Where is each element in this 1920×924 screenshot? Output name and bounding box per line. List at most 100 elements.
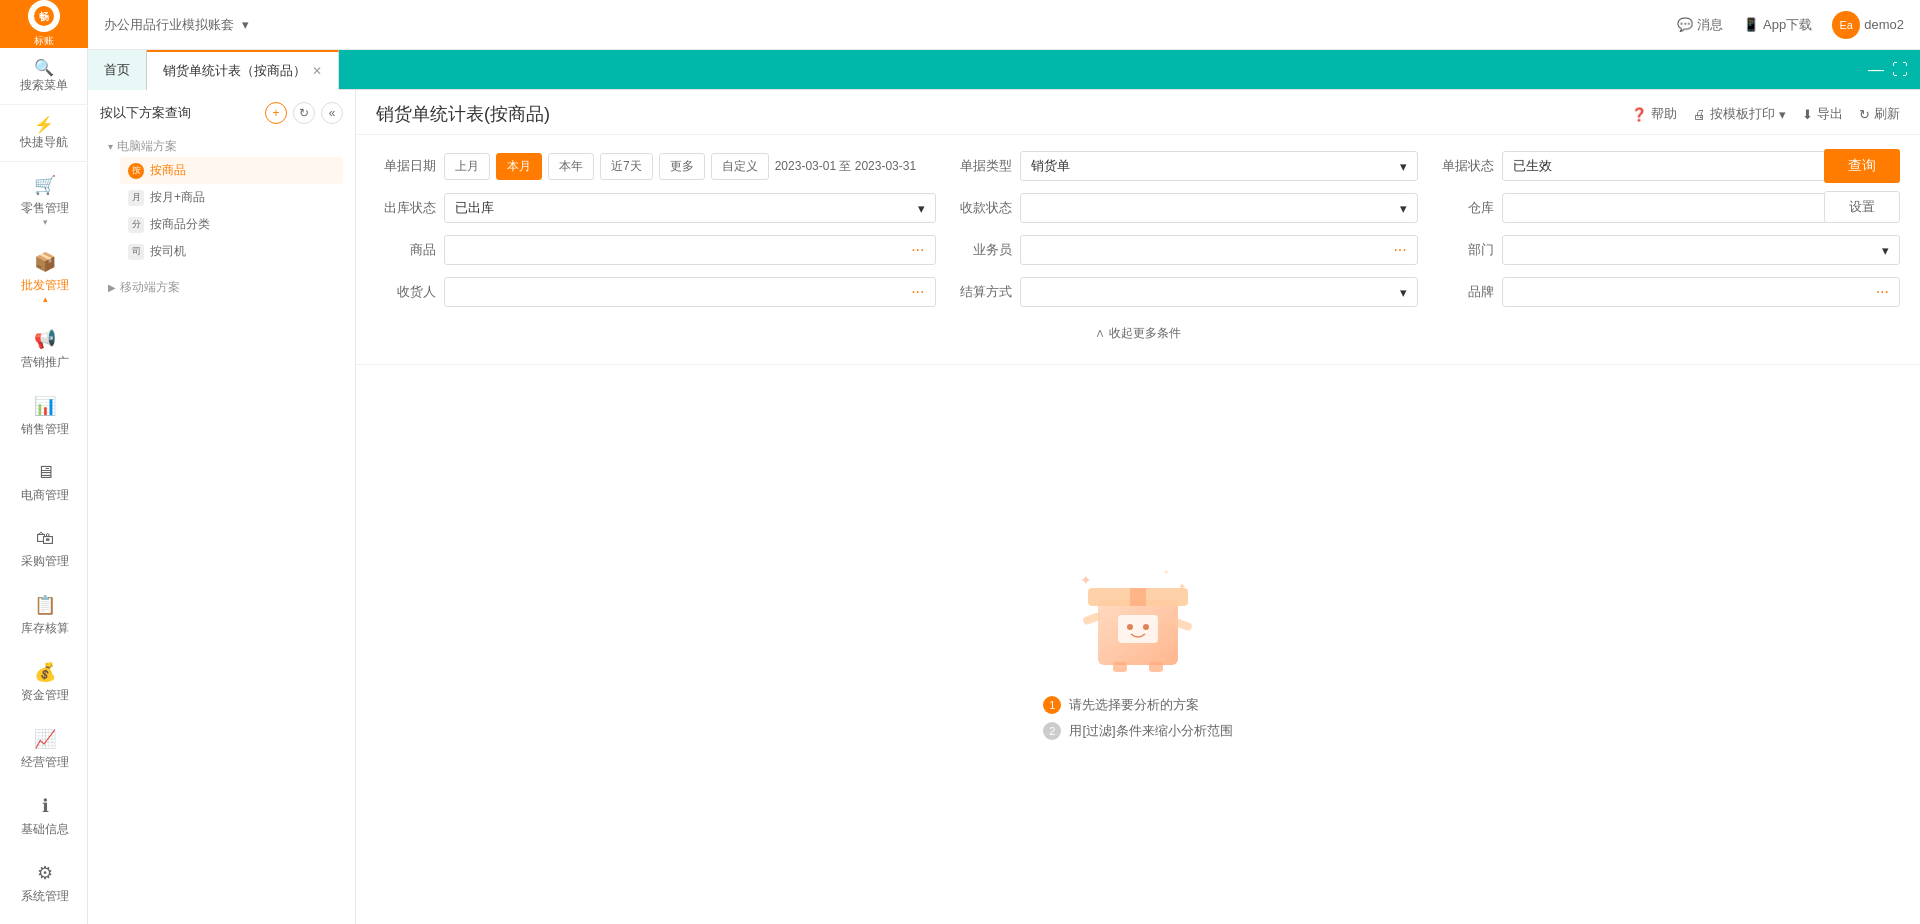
finance-icon: 💰 xyxy=(34,661,56,683)
app-download-btn[interactable]: 📱 App下载 xyxy=(1743,16,1812,34)
sidebar-item-wholesale[interactable]: 📦 批发管理 ▴ xyxy=(0,239,88,316)
user-avatar: Ea xyxy=(1832,11,1860,39)
scheme-by-month-icon: 月 xyxy=(128,190,144,206)
sidebar-item-sales[interactable]: 📊 销售管理 xyxy=(0,383,88,450)
filter-wrapper: 单据日期 上月 本月 本年 近7天 更多 自定义 2023-03-01 至 20… xyxy=(356,135,1920,365)
message-btn[interactable]: 💬 消息 xyxy=(1677,16,1723,34)
out-select[interactable]: 已出库 ▾ xyxy=(444,193,936,223)
tab-sales-stat-label: 销货单统计表（按商品） xyxy=(163,62,306,80)
action-buttons: 查询 设置 xyxy=(1824,149,1900,223)
tab-home[interactable]: 首页 xyxy=(88,50,147,90)
type-label: 单据类型 xyxy=(952,157,1012,175)
retail-expand-icon: ▾ xyxy=(43,217,48,227)
export-btn[interactable]: ⬇ 导出 xyxy=(1802,105,1843,123)
tab-fullscreen-btn[interactable]: ⛶ xyxy=(1892,61,1908,79)
query-btn[interactable]: 查询 xyxy=(1824,149,1900,183)
filter-row-1: 单据日期 上月 本月 本年 近7天 更多 自定义 2023-03-01 至 20… xyxy=(376,151,1900,181)
logo-text: 标账 xyxy=(34,34,54,48)
collapse-bar[interactable]: ∧ 收起更多条件 xyxy=(376,319,1900,348)
date-btn-lastmonth[interactable]: 上月 xyxy=(444,153,490,180)
sidebar-item-marketing[interactable]: 📢 营销推广 xyxy=(0,316,88,383)
sales-icon: 📊 xyxy=(34,395,56,417)
page-title: 销货单统计表(按商品) xyxy=(376,102,550,126)
sidebar-item-ecommerce[interactable]: 🖥 电商管理 xyxy=(0,450,88,516)
brand-input[interactable]: ··· xyxy=(1502,277,1900,307)
user-area[interactable]: Ea demo2 xyxy=(1832,11,1904,39)
date-label: 单据日期 xyxy=(376,157,436,175)
set-btn[interactable]: 设置 xyxy=(1824,191,1900,223)
date-btn-more[interactable]: 更多 xyxy=(659,153,705,180)
scheme-by-driver[interactable]: 司 按司机 xyxy=(120,238,343,265)
sidebar-item-finance[interactable]: 💰 资金管理 xyxy=(0,649,88,716)
export-icon: ⬇ xyxy=(1802,107,1813,122)
sidebar-item-sales-label: 销售管理 xyxy=(21,421,69,438)
left-panel-title-text: 按以下方案查询 xyxy=(100,104,191,122)
filter-date: 单据日期 上月 本月 本年 近7天 更多 自定义 2023-03-01 至 20… xyxy=(376,153,936,180)
filter-row-2: 出库状态 已出库 ▾ 收款状态 ▾ xyxy=(376,193,1900,223)
staff-label: 业务员 xyxy=(952,241,1012,259)
receiver-input[interactable]: ··· xyxy=(444,277,936,307)
svg-rect-4 xyxy=(1130,588,1146,606)
add-scheme-btn[interactable]: + xyxy=(265,102,287,124)
collapse-up-icon: ∧ xyxy=(1095,326,1105,340)
scheme-by-goods[interactable]: 按 按商品 xyxy=(120,157,343,184)
sidebar-item-wholesale-label: 批发管理 xyxy=(21,277,69,294)
sidebar-logo[interactable]: 畅 标账 xyxy=(0,0,88,48)
sidebar-item-system[interactable]: ⚙ 系统管理 xyxy=(0,850,88,917)
sidebar-quicknav[interactable]: ⚡ 快捷导航 xyxy=(0,105,88,162)
date-btn-7days[interactable]: 近7天 xyxy=(600,153,653,180)
basic-icon: ℹ xyxy=(42,795,49,817)
desktop-section-label: 电脑端方案 xyxy=(117,138,177,155)
tab-close-btn[interactable]: ✕ xyxy=(312,64,322,78)
collapse-panel-btn[interactable]: « xyxy=(321,102,343,124)
svg-rect-5 xyxy=(1118,615,1158,643)
sidebar-item-retail-label: 零售管理 xyxy=(21,200,69,217)
scheme-by-month-goods[interactable]: 月 按月+商品 xyxy=(120,184,343,211)
date-btn-thisyear[interactable]: 本年 xyxy=(548,153,594,180)
dept-select[interactable]: ▾ xyxy=(1502,235,1900,265)
date-btn-thismonth[interactable]: 本月 xyxy=(496,153,542,180)
settle-select[interactable]: ▾ xyxy=(1020,277,1418,307)
purchase-icon: 🛍 xyxy=(36,528,54,549)
sidebar-item-inventory[interactable]: 📋 库存核算 xyxy=(0,582,88,649)
tab-minimize-btn[interactable]: — xyxy=(1868,61,1884,79)
print-btn[interactable]: 🖨 按模板打印 ▾ xyxy=(1693,105,1786,123)
type-select[interactable]: 销货单 ▾ xyxy=(1020,151,1418,181)
goods-input[interactable]: ··· xyxy=(444,235,936,265)
topbar-right: 💬 消息 📱 App下载 Ea demo2 xyxy=(1677,11,1904,39)
sidebar-item-collab[interactable]: 👥 企业协同 xyxy=(0,917,88,924)
sidebar-item-retail[interactable]: 🛒 零售管理 ▾ xyxy=(0,162,88,239)
sidebar-item-operation[interactable]: 📈 经营管理 xyxy=(0,716,88,783)
filter-collect: 收款状态 ▾ xyxy=(952,193,1418,223)
filter-row-3: 商品 ··· 业务员 ··· xyxy=(376,235,1900,265)
sidebar-item-purchase[interactable]: 🛍 采购管理 xyxy=(0,516,88,582)
date-btn-custom[interactable]: 自定义 xyxy=(711,153,769,180)
tab-expand-area: — ⛶ xyxy=(1856,61,1920,79)
page-actions: ❓ 帮助 🖨 按模板打印 ▾ ⬇ 导出 ↻ 刷新 xyxy=(1631,105,1900,123)
status-value: 已生效 xyxy=(1513,157,1552,175)
staff-dots-icon: ··· xyxy=(1393,241,1406,259)
help-btn[interactable]: ❓ 帮助 xyxy=(1631,105,1677,123)
logo-icon: 畅 xyxy=(28,0,60,32)
search-label: 搜索菜单 xyxy=(20,77,68,94)
settle-label: 结算方式 xyxy=(952,283,1012,301)
refresh-btn[interactable]: ↻ 刷新 xyxy=(1859,105,1900,123)
sidebar-item-inventory-label: 库存核算 xyxy=(21,620,69,637)
tab-sales-stat[interactable]: 销货单统计表（按商品） ✕ xyxy=(147,50,339,90)
collect-select[interactable]: ▾ xyxy=(1020,193,1418,223)
user-name: demo2 xyxy=(1864,17,1904,32)
sidebar-item-basic[interactable]: ℹ 基础信息 xyxy=(0,783,88,850)
staff-input[interactable]: ··· xyxy=(1020,235,1418,265)
receiver-dots-icon: ··· xyxy=(911,283,924,301)
scheme-by-goods-icon: 按 xyxy=(128,163,144,179)
wholesale-icon: 📦 xyxy=(34,251,56,273)
empty-step-1: 1 请先选择要分析的方案 xyxy=(1043,696,1232,714)
system-icon: ⚙ xyxy=(37,862,53,884)
sidebar-search[interactable]: 🔍 搜索菜单 xyxy=(0,48,88,105)
refresh-scheme-btn[interactable]: ↻ xyxy=(293,102,315,124)
sidebar-item-finance-label: 资金管理 xyxy=(21,687,69,704)
workspace-dropdown-icon[interactable]: ▾ xyxy=(242,17,249,32)
filter-out: 出库状态 已出库 ▾ xyxy=(376,193,936,223)
scheme-by-goods-cat[interactable]: 分 按商品分类 xyxy=(120,211,343,238)
sidebar: 畅 标账 🔍 搜索菜单 ⚡ 快捷导航 🛒 零售管理 ▾ 📦 批发管理 ▴ 📢 营… xyxy=(0,0,88,924)
